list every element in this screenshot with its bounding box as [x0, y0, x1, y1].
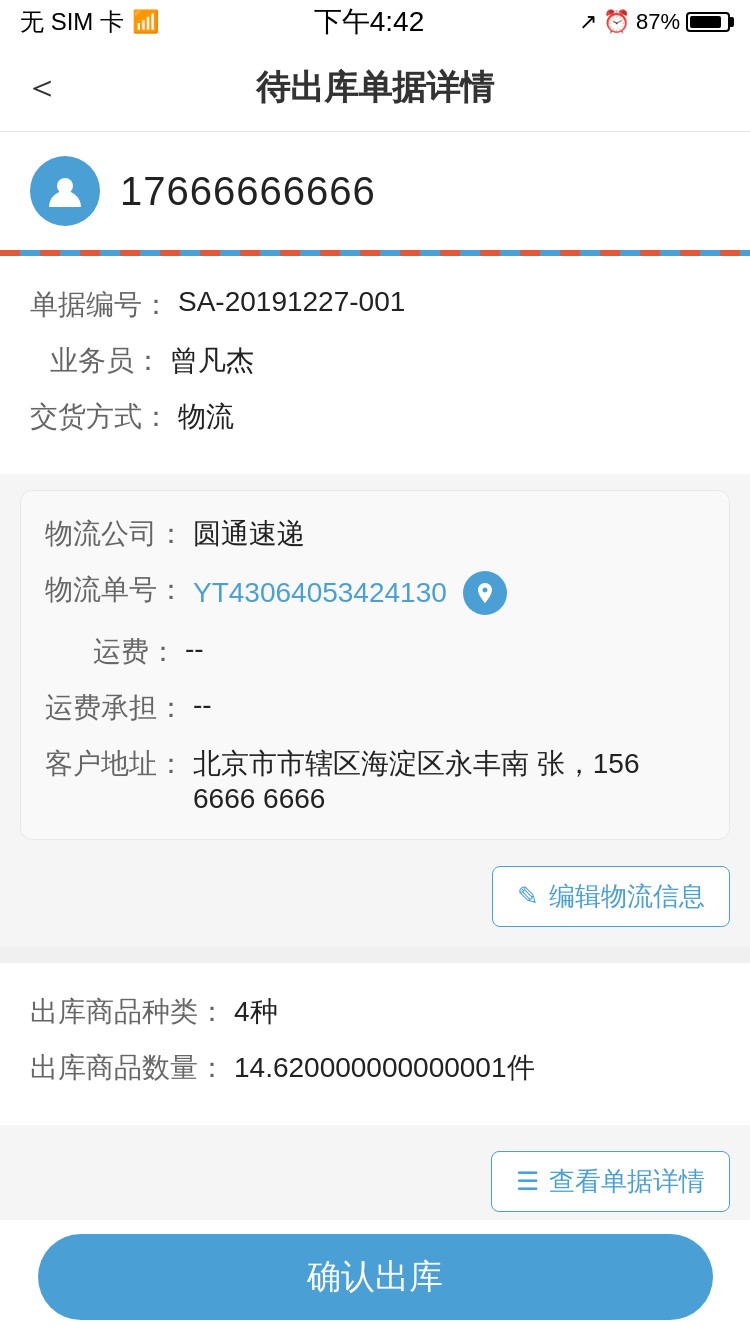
product-qty-label: 出库商品数量：	[30, 1049, 234, 1087]
logistics-company-row: 物流公司： 圆通速递	[45, 515, 705, 553]
status-bar: 无 SIM 卡 📶 下午4:42 ↗ ⏰ 87%	[0, 0, 750, 44]
tracking-value: YT43064053424130	[193, 577, 447, 609]
freight-bear-row: 运费承担： --	[45, 689, 705, 727]
avatar	[30, 156, 100, 226]
user-card: 17666666666	[0, 132, 750, 250]
delivery-row: 交货方式： 物流	[30, 398, 720, 436]
address-row: 客户地址： 北京市市辖区海淀区永丰南 张，156 6666 6666	[45, 745, 705, 815]
edit-logistics-label: 编辑物流信息	[549, 879, 705, 914]
map-pin-button[interactable]	[463, 571, 507, 615]
battery-fill	[690, 16, 721, 28]
location-icon: ↗	[579, 9, 597, 35]
product-type-row: 出库商品种类： 4种	[30, 993, 720, 1031]
logistics-card: 物流公司： 圆通速递 物流单号： YT43064053424130 运费： --…	[20, 490, 730, 840]
view-detail-button[interactable]: ☰ 查看单据详情	[491, 1151, 730, 1212]
page-title: 待出库单据详情	[256, 65, 494, 111]
logistics-company-value: 圆通速递	[193, 515, 705, 553]
confirm-outbound-button[interactable]: 确认出库	[38, 1234, 713, 1320]
status-right: ↗ ⏰ 87%	[579, 9, 730, 35]
logistics-company-label: 物流公司：	[45, 515, 193, 553]
stats-section: 出库商品种类： 4种 出库商品数量： 14.620000000000001件	[0, 963, 750, 1125]
document-label: 单据编号：	[30, 286, 178, 324]
view-detail-btn-wrap: ☰ 查看单据详情	[0, 1141, 750, 1232]
freight-bear-label: 运费承担：	[45, 689, 193, 727]
product-type-value: 4种	[234, 993, 720, 1031]
carrier-label: 无 SIM 卡	[20, 6, 124, 38]
tracking-row: 物流单号： YT43064053424130	[45, 571, 705, 615]
section-separator	[0, 947, 750, 963]
product-qty-row: 出库商品数量： 14.620000000000001件	[30, 1049, 720, 1087]
battery-percent: 87%	[636, 9, 680, 35]
freight-bear-value: --	[193, 689, 705, 721]
freight-value: --	[185, 633, 705, 665]
status-time: 下午4:42	[314, 3, 425, 41]
address-label: 客户地址：	[45, 745, 193, 783]
user-phone: 17666666666	[120, 169, 376, 214]
tracking-value-row: YT43064053424130	[193, 571, 507, 615]
salesman-row: 业务员： 曾凡杰	[30, 342, 720, 380]
bottom-bar: 确认出库	[0, 1220, 750, 1334]
salesman-value: 曾凡杰	[170, 342, 720, 380]
battery-bar	[686, 12, 730, 32]
alarm-icon: ⏰	[603, 9, 630, 35]
detail-icon: ☰	[516, 1166, 539, 1197]
edit-icon: ✎	[517, 881, 539, 912]
delivery-label: 交货方式：	[30, 398, 178, 436]
back-button[interactable]: ＜	[24, 63, 60, 112]
product-qty-value: 14.620000000000001件	[234, 1049, 720, 1087]
document-row: 单据编号： SA-20191227-001	[30, 286, 720, 324]
delivery-value: 物流	[178, 398, 720, 436]
main-content: 17666666666 单据编号： SA-20191227-001 业务员： 曾…	[0, 132, 750, 1334]
edit-logistics-button[interactable]: ✎ 编辑物流信息	[492, 866, 730, 927]
freight-label: 运费：	[45, 633, 185, 671]
tracking-label: 物流单号：	[45, 571, 193, 609]
status-left: 无 SIM 卡 📶	[20, 6, 159, 38]
view-detail-label: 查看单据详情	[549, 1164, 705, 1199]
salesman-label: 业务员：	[30, 342, 170, 380]
document-value: SA-20191227-001	[178, 286, 720, 318]
wifi-icon: 📶	[132, 9, 159, 35]
product-type-label: 出库商品种类：	[30, 993, 234, 1031]
basic-info-section: 单据编号： SA-20191227-001 业务员： 曾凡杰 交货方式： 物流	[0, 256, 750, 474]
edit-btn-wrap: ✎ 编辑物流信息	[0, 856, 750, 947]
nav-bar: ＜ 待出库单据详情	[0, 44, 750, 132]
address-value: 北京市市辖区海淀区永丰南 张，156 6666 6666	[193, 745, 705, 815]
freight-row: 运费： --	[45, 633, 705, 671]
